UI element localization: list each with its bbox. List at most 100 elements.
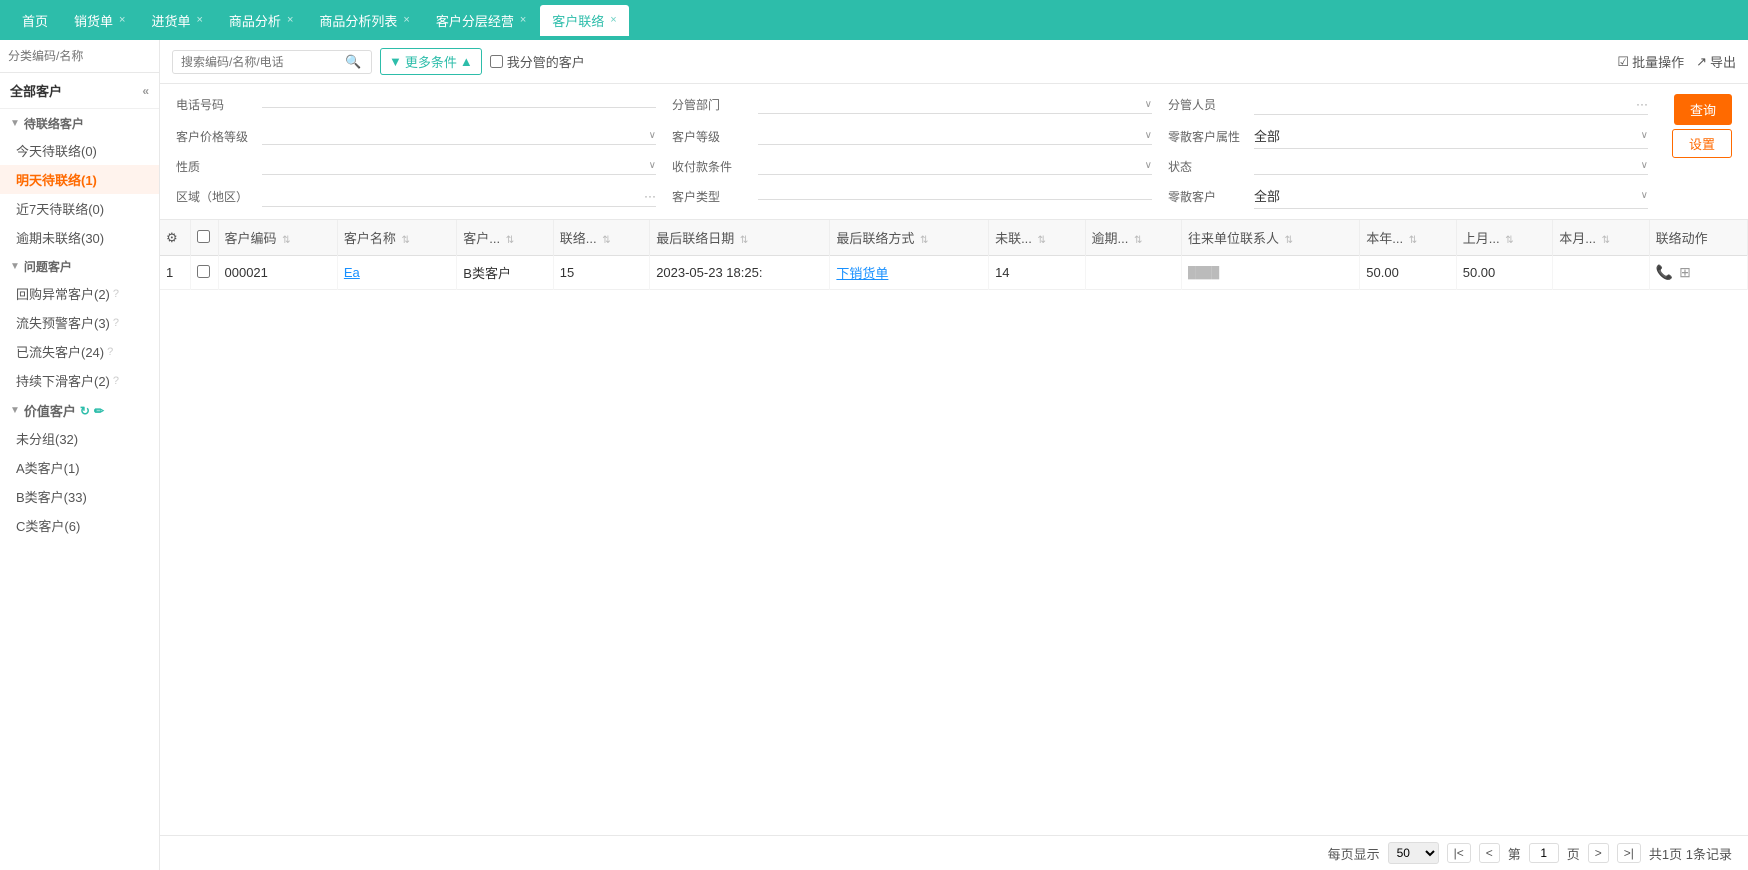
nav-home[interactable]: 首页 (10, 5, 60, 36)
sidebar-item-churn-warning[interactable]: 流失预警客户(3) ? (0, 308, 159, 337)
col-contact-count: 联络... ⇅ (553, 220, 649, 256)
sidebar-all-customers[interactable]: 全部客户 « (0, 73, 159, 109)
sidebar-item-unclassified[interactable]: 未分组(32) (0, 424, 159, 453)
col-customer-code: 客户编码 ⇅ (218, 220, 337, 256)
close-icon[interactable]: × (196, 14, 202, 26)
query-button[interactable]: 查询 (1674, 94, 1732, 125)
search-icon[interactable]: 🔍 (345, 54, 361, 70)
filter-payment-select[interactable]: ∨ (758, 157, 1152, 175)
sidebar-item-churned[interactable]: 已流失客户(24) ? (0, 337, 159, 366)
col-checkbox (190, 220, 218, 256)
sidebar-group-problem-customers: 问题客户 (0, 252, 159, 279)
filter-retail-select[interactable]: 全部∨ (1254, 183, 1648, 209)
col-last-contact-date: 最后联络日期 ⇅ (650, 220, 830, 256)
row-contact-count: 15 (553, 256, 649, 290)
search-input[interactable] (181, 55, 341, 69)
filter-region-select[interactable]: ··· (262, 186, 656, 207)
col-settings[interactable]: ⚙ (160, 220, 190, 256)
sidebar-item-today-contact[interactable]: 今天待联络(0) (0, 136, 159, 165)
sidebar-item-overdue-contact[interactable]: 逾期未联络(30) (0, 223, 159, 252)
first-page-button[interactable]: |< (1447, 843, 1471, 863)
nav-product-analysis-list[interactable]: 商品分析列表 × (307, 5, 421, 36)
filter-dept: 分管部门 ∨ (672, 96, 1168, 114)
export-button[interactable]: ↗ 导出 (1696, 52, 1736, 71)
row-last-contact-method[interactable]: 下销货单 (830, 256, 989, 290)
filter-person: 分管人员 ··· (1168, 94, 1664, 115)
chevron-up-icon: ▲ (460, 54, 473, 69)
col-last-contact-method: 最后联络方式 ⇅ (830, 220, 989, 256)
filter-status-select[interactable]: ∨ (1254, 157, 1648, 175)
sidebar-item-declining[interactable]: 持续下滑客户(2) ? (0, 366, 159, 395)
filter-retail-attr-select[interactable]: 全部∨ (1254, 123, 1648, 149)
row-overdue (1085, 256, 1181, 290)
my-customers-checkbox[interactable] (490, 55, 503, 68)
row-customer-code: 000021 (218, 256, 337, 290)
nav-customer-contact[interactable]: 客户联络 × (540, 5, 628, 36)
filter-person-select[interactable]: ··· (1254, 94, 1648, 115)
sidebar-group-pending-contact: 待联络客户 (0, 109, 159, 136)
sidebar-item-tomorrow-contact[interactable]: 明天待联络(1) (0, 165, 159, 194)
sidebar-item-class-c[interactable]: C类客户(6) (0, 511, 159, 540)
help-icon: ? (107, 346, 113, 358)
row-customer-name[interactable]: Ea (337, 256, 456, 290)
prev-page-button[interactable]: < (1479, 843, 1500, 863)
close-icon[interactable]: × (610, 14, 616, 26)
refresh-icon[interactable]: ↻ (80, 404, 90, 418)
nav-customer-segmentation[interactable]: 客户分层经营 × (424, 5, 538, 36)
page-size-select[interactable]: 50 100 200 (1388, 842, 1439, 864)
filter-phone: 电话号码 (176, 96, 672, 113)
sidebar-item-repurchase-abnormal[interactable]: 回购异常客户(2) ? (0, 279, 159, 308)
edit-icon[interactable]: ✏ (94, 404, 104, 418)
sidebar-item-class-b[interactable]: B类客户(33) (0, 482, 159, 511)
col-customer-name: 客户名称 ⇅ (337, 220, 456, 256)
sidebar-item-7days-contact[interactable]: 近7天待联络(0) (0, 194, 159, 223)
filter-row-2: 客户价格等级 ∨ 客户等级 ∨ 零散客户属性 (176, 123, 1664, 149)
page-number-input[interactable] (1529, 843, 1559, 863)
last-page-button[interactable]: >| (1617, 843, 1641, 863)
nav-purchase-order[interactable]: 进货单 × (139, 5, 214, 36)
settings-button[interactable]: 设置 (1672, 129, 1732, 158)
filter-price-level: 客户价格等级 ∨ (176, 127, 672, 145)
filter-price-level-select[interactable]: ∨ (262, 127, 656, 145)
filter-customer-level-select[interactable]: ∨ (758, 127, 1152, 145)
filter-phone-select[interactable] (262, 101, 656, 108)
sidebar-all-customers-label: 全部客户 (10, 81, 62, 100)
nav-product-analysis[interactable]: 商品分析 × (217, 5, 305, 36)
close-icon[interactable]: × (287, 14, 293, 26)
close-icon[interactable]: × (520, 14, 526, 26)
nav-sales-order[interactable]: 销货单 × (62, 5, 137, 36)
filter-button[interactable]: ▼ 更多条件 ▲ (380, 48, 482, 75)
next-page-button[interactable]: > (1588, 843, 1609, 863)
filter-row-4: 区域（地区） ··· 客户类型 零散客户 (176, 183, 1664, 209)
row-checkbox-cell (190, 256, 218, 290)
sidebar-search-input[interactable] (8, 49, 160, 63)
close-icon[interactable]: × (403, 14, 409, 26)
filter-dept-select[interactable]: ∨ (758, 96, 1152, 114)
toolbar: 🔍 ▼ 更多条件 ▲ 我分管的客户 ☑ 批量操作 ↗ 导出 (160, 40, 1748, 84)
row-this-year: 50.00 (1360, 256, 1456, 290)
filter-status: 状态 ∨ (1168, 157, 1664, 175)
col-customer-type: 客户... ⇅ (457, 220, 553, 256)
close-icon[interactable]: × (119, 14, 125, 26)
sidebar-item-class-a[interactable]: A类客户(1) (0, 453, 159, 482)
col-action: 联络动作 (1649, 220, 1747, 256)
bulk-operation-button[interactable]: ☑ 批量操作 (1617, 52, 1684, 71)
row-not-contacted: 14 (989, 256, 1085, 290)
select-all-checkbox[interactable] (197, 230, 210, 243)
filter-row-1: 电话号码 分管部门 ∨ 分管人员 ··· (176, 94, 1664, 115)
export-icon: ↗ (1696, 54, 1707, 70)
bottom-bar: 每页显示 50 100 200 |< < 第 页 > >| 共1页 1条记录 (160, 835, 1748, 870)
filter-row-3: 性质 ∨ 收付款条件 ∨ 状态 (176, 157, 1664, 175)
row-checkbox[interactable] (197, 265, 210, 278)
filter-region: 区域（地区） ··· (176, 186, 672, 207)
phone-icon[interactable]: 📞 (1656, 264, 1673, 281)
sidebar-search-wrap: 🔍 (0, 40, 159, 73)
row-action: 📞 ⊞ (1649, 256, 1747, 290)
filter-nature-select[interactable]: ∨ (262, 157, 656, 175)
row-last-month: 50.00 (1456, 256, 1552, 290)
grid-icon[interactable]: ⊞ (1679, 264, 1691, 281)
table-row: 1 000021 Ea B类客户 15 2023-05-23 18:25: 下销… (160, 256, 1748, 290)
filter-customer-type-select[interactable] (758, 193, 1152, 200)
filter-actions: 查询 设置 (1664, 94, 1732, 209)
col-this-month: 本月... ⇅ (1553, 220, 1649, 256)
